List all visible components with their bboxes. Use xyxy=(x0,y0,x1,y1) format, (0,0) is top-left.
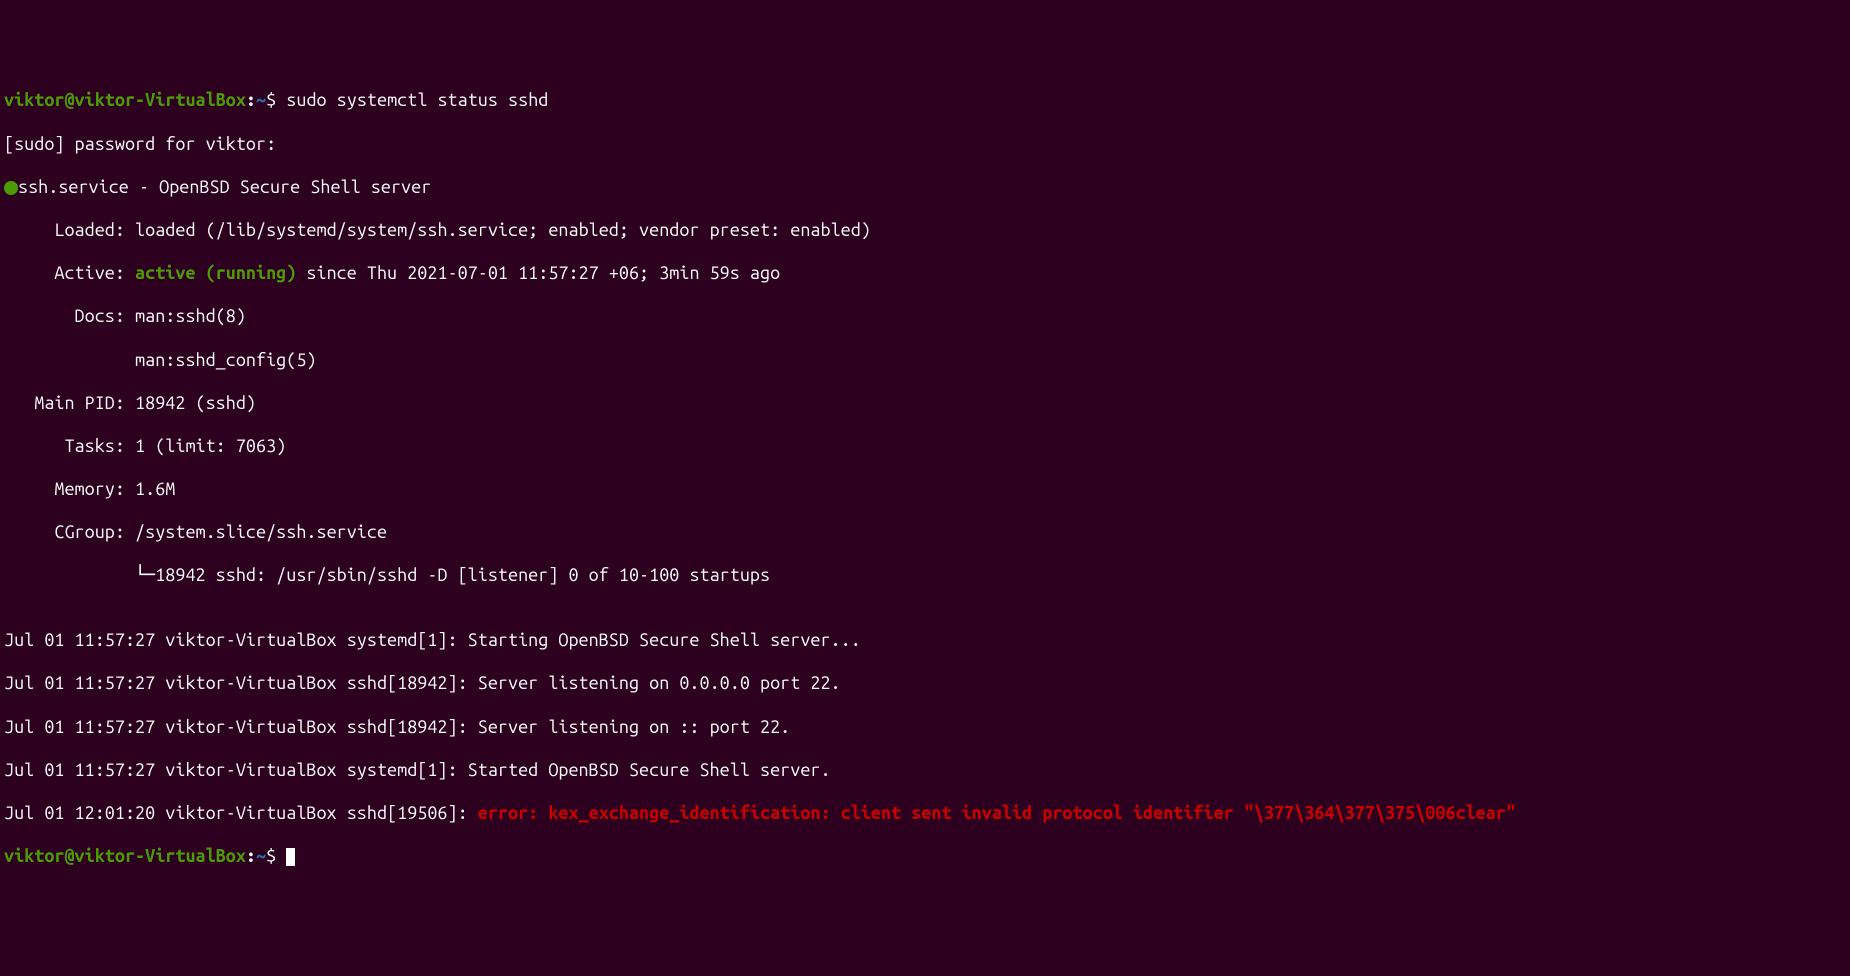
tasks-line: Tasks: 1 (limit: 7063) xyxy=(4,436,1846,458)
active-line: Active: active (running) since Thu 2021-… xyxy=(4,263,1846,285)
prompt-user-host-2: viktor@viktor-VirtualBox xyxy=(4,846,246,866)
command-line-2[interactable]: viktor@viktor-VirtualBox:~$ xyxy=(4,846,1846,868)
memory-label: Memory: xyxy=(4,479,135,499)
active-label: Active: xyxy=(4,263,135,283)
loaded-label: Loaded: xyxy=(4,220,135,240)
tasks-value: 1 (limit: 7063) xyxy=(135,436,286,456)
pid-label: Main PID: xyxy=(4,393,135,413)
log-line-1: Jul 01 11:57:27 viktor-VirtualBox system… xyxy=(4,630,1846,652)
cursor-icon xyxy=(286,848,295,866)
sudo-password-prompt: [sudo] password for viktor: xyxy=(4,134,1846,156)
docs-label: Docs: xyxy=(4,306,135,326)
prompt-colon-2: : xyxy=(246,846,256,866)
log-line-2: Jul 01 11:57:27 viktor-VirtualBox sshd[1… xyxy=(4,673,1846,695)
prompt-dollar-2: $ xyxy=(266,846,286,866)
command-line-1[interactable]: viktor@viktor-VirtualBox:~$ sudo systemc… xyxy=(4,90,1846,112)
log-5-prefix: Jul 01 12:01:20 viktor-VirtualBox sshd[1… xyxy=(4,803,478,823)
cgroup-tree-indent xyxy=(4,565,135,585)
pid-line: Main PID: 18942 (sshd) xyxy=(4,393,1846,415)
cgroup-tree-line: └─18942 sshd: /usr/sbin/sshd -D [listene… xyxy=(4,565,1846,587)
log-line-4: Jul 01 11:57:27 viktor-VirtualBox system… xyxy=(4,760,1846,782)
tasks-label: Tasks: xyxy=(4,436,135,456)
cgroup-label: CGroup: xyxy=(4,522,135,542)
memory-line: Memory: 1.6M xyxy=(4,479,1846,501)
log-line-5: Jul 01 12:01:20 viktor-VirtualBox sshd[1… xyxy=(4,803,1846,825)
typed-command: sudo systemctl status sshd xyxy=(286,90,548,110)
service-name: ssh.service - OpenBSD Secure Shell serve… xyxy=(18,177,431,197)
prompt-user-host: viktor@viktor-VirtualBox xyxy=(4,90,246,110)
cgroup-value: /system.slice/ssh.service xyxy=(135,522,387,542)
prompt-dollar: $ xyxy=(266,90,286,110)
docs-line-1: Docs: man:sshd(8) xyxy=(4,306,1846,328)
cgroup-line: CGroup: /system.slice/ssh.service xyxy=(4,522,1846,544)
pid-value: 18942 (sshd) xyxy=(135,393,256,413)
prompt-path-2: ~ xyxy=(256,846,266,866)
log-5-error: error: kex_exchange_identification: clie… xyxy=(478,803,1516,823)
prompt-path: ~ xyxy=(256,90,266,110)
docs-line-2: man:sshd_config(5) xyxy=(4,350,1846,372)
service-header: ssh.service - OpenBSD Secure Shell serve… xyxy=(4,177,1846,199)
memory-value: 1.6M xyxy=(135,479,175,499)
docs-value-2: man:sshd_config(5) xyxy=(135,350,316,370)
cgroup-tree-value: └─18942 sshd: /usr/sbin/sshd -D [listene… xyxy=(135,565,770,585)
log-line-3: Jul 01 11:57:27 viktor-VirtualBox sshd[1… xyxy=(4,717,1846,739)
loaded-value: loaded (/lib/systemd/system/ssh.service;… xyxy=(135,220,871,240)
prompt-colon: : xyxy=(246,90,256,110)
docs-indent xyxy=(4,350,135,370)
docs-value-1: man:sshd(8) xyxy=(135,306,246,326)
active-state: active (running) xyxy=(135,263,296,283)
active-since: since Thu 2021-07-01 11:57:27 +06; 3min … xyxy=(296,263,780,283)
loaded-line: Loaded: loaded (/lib/systemd/system/ssh.… xyxy=(4,220,1846,242)
status-dot-icon xyxy=(4,181,18,195)
